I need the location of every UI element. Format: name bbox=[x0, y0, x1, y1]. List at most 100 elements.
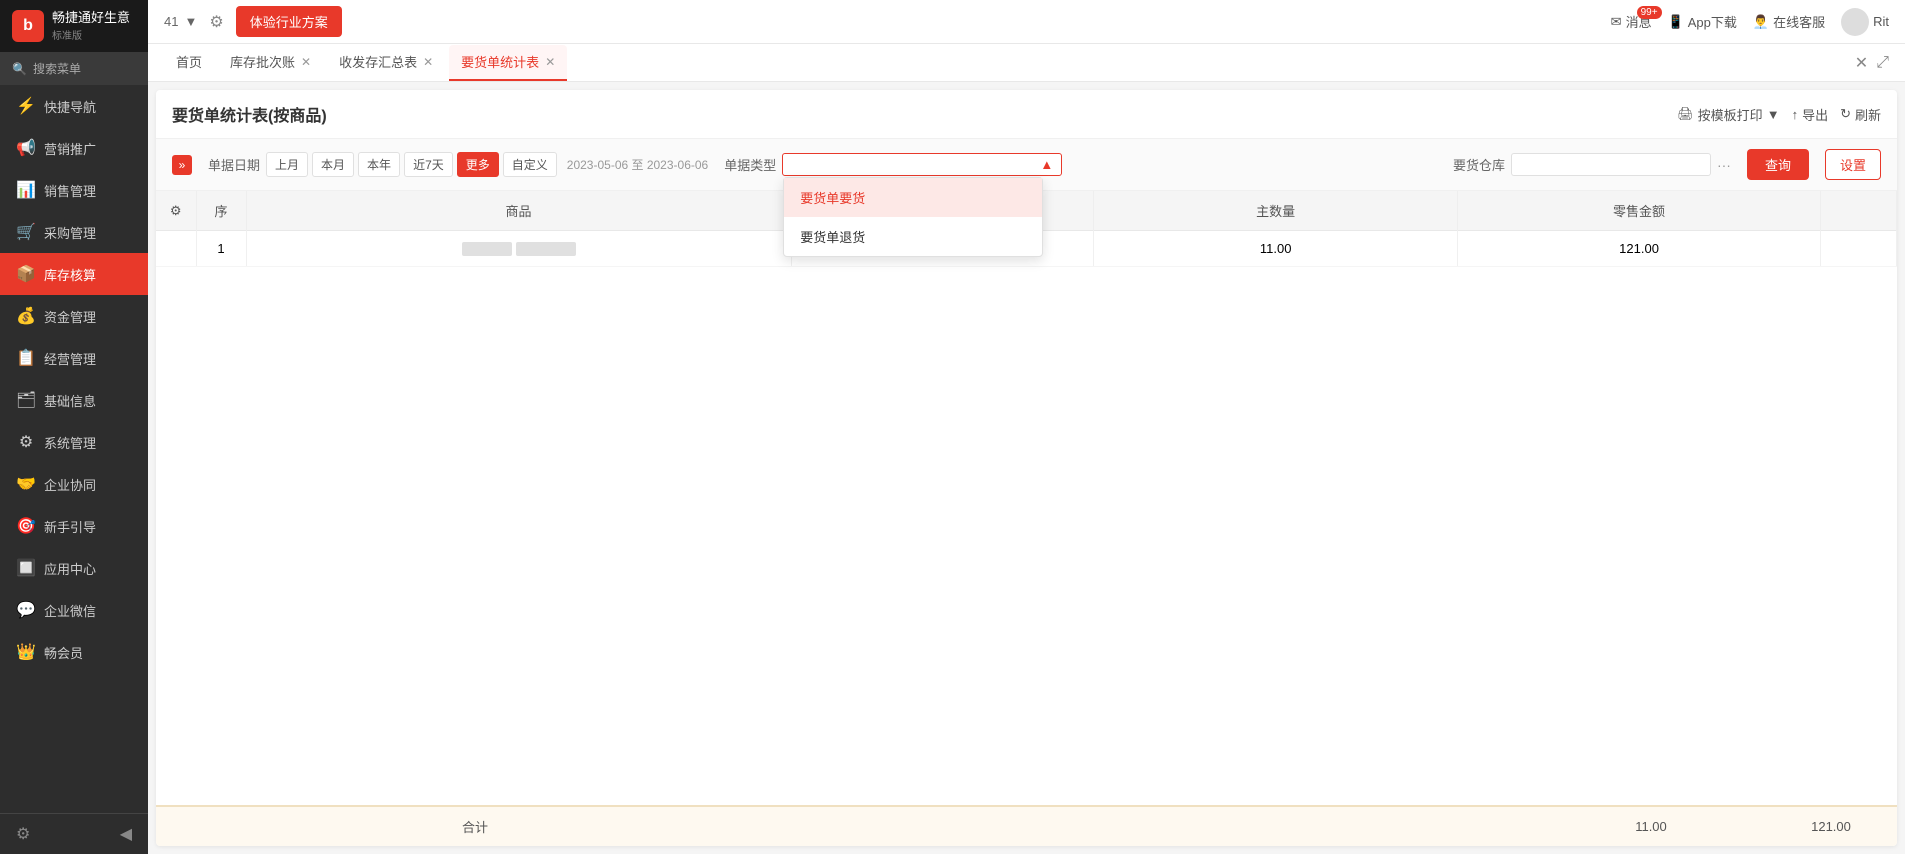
print-chevron-icon: ▼ bbox=[1767, 107, 1780, 122]
purchase-icon: 🛒 bbox=[16, 222, 36, 242]
page-header: 要货单统计表(按商品) 🖨 按模板打印 ▼ ↑ 导出 ↻ 刷新 bbox=[156, 90, 1897, 139]
col-num-header: 序 bbox=[196, 191, 246, 231]
filter-expand-btn[interactable]: » bbox=[172, 155, 192, 175]
online-service-btn[interactable]: 👨‍💼 在线客服 bbox=[1753, 12, 1825, 31]
search-menu-label: 搜索菜单 bbox=[33, 60, 81, 77]
this-year-btn[interactable]: 本年 bbox=[358, 152, 400, 177]
warehouse-filter-group: 要货仓库 ··· bbox=[1453, 153, 1731, 176]
close-all-tabs-btn[interactable]: ✕ bbox=[1855, 53, 1868, 73]
sidebar-item-label: 资金管理 bbox=[44, 307, 96, 326]
quick-nav-icon: ⚡ bbox=[16, 96, 36, 116]
header-settings-icon[interactable]: ⚙ bbox=[209, 12, 223, 32]
sidebar-item-system[interactable]: ⚙ 系统管理 bbox=[0, 421, 148, 463]
sidebar-item-label: 畅会员 bbox=[44, 643, 83, 662]
sidebar-item-quick-nav[interactable]: ⚡ 快捷导航 bbox=[0, 85, 148, 127]
sidebar-item-enterprise[interactable]: 🤝 企业协同 bbox=[0, 463, 148, 505]
store-name: 41 bbox=[164, 14, 178, 29]
sidebar-bottom: ⚙ ◀ bbox=[0, 813, 148, 854]
user-menu[interactable]: Rit bbox=[1841, 8, 1889, 36]
doc-type-dropdown: 要货单要货 要货单退货 bbox=[783, 177, 1043, 257]
store-selector[interactable]: 41 ▼ bbox=[164, 14, 197, 29]
search-menu[interactable]: 🔍 搜索菜单 bbox=[0, 52, 148, 85]
sidebar-item-operation[interactable]: 📋 经营管理 bbox=[0, 337, 148, 379]
maximize-tabs-btn[interactable]: ⤢ bbox=[1876, 53, 1889, 73]
sidebar-collapse-btn[interactable]: ◀ bbox=[120, 824, 132, 844]
goods-name-placeholder bbox=[516, 242, 576, 256]
user-avatar bbox=[1841, 8, 1869, 36]
date-filter-group: 单据日期 上月 本月 本年 近7天 更多 自定义 2023-05-06 至 20… bbox=[208, 152, 708, 177]
summary-values: 11.00 121.00 bbox=[1601, 819, 1881, 834]
summary-label: 合计 bbox=[462, 817, 488, 836]
sidebar-item-label: 应用中心 bbox=[44, 559, 96, 578]
custom-date-btn[interactable]: 自定义 bbox=[503, 152, 557, 177]
doc-type-label: 单据类型 bbox=[724, 155, 776, 174]
tab-close-icon[interactable]: ✕ bbox=[301, 55, 311, 69]
refresh-icon: ↻ bbox=[1840, 106, 1851, 122]
nav-menu: ⚡ 快捷导航 📢 营销推广 📊 销售管理 🛒 采购管理 📦 库存核算 💰 资金管… bbox=[0, 85, 148, 813]
page-actions: 🖨 按模板打印 ▼ ↑ 导出 ↻ 刷新 bbox=[1677, 105, 1881, 124]
wechat-icon: 💬 bbox=[16, 600, 36, 620]
tab-order-stats[interactable]: 要货单统计表 ✕ bbox=[449, 45, 567, 81]
summary-qty: 11.00 bbox=[1601, 819, 1701, 834]
cell-qty: 11.00 bbox=[1094, 231, 1457, 267]
sidebar-item-label: 采购管理 bbox=[44, 223, 96, 242]
phone-icon: 📱 bbox=[1668, 14, 1684, 30]
sidebar-item-appstore[interactable]: 🔲 应用中心 bbox=[0, 547, 148, 589]
page-content: 要货单统计表(按商品) 🖨 按模板打印 ▼ ↑ 导出 ↻ 刷新 bbox=[156, 90, 1897, 846]
sidebar-item-sales[interactable]: 📊 销售管理 bbox=[0, 169, 148, 211]
sidebar-item-basic[interactable]: 🗂 基础信息 bbox=[0, 379, 148, 421]
sidebar-item-label: 企业微信 bbox=[44, 601, 96, 620]
sidebar-item-wechat[interactable]: 💬 企业微信 bbox=[0, 589, 148, 631]
dropdown-item-require-goods[interactable]: 要货单要货 bbox=[784, 178, 1042, 217]
sidebar-item-purchase[interactable]: 🛒 采购管理 bbox=[0, 211, 148, 253]
app-download-label: App下载 bbox=[1688, 12, 1737, 31]
sidebar: b 畅捷通好生意 标准版 🔍 搜索菜单 ⚡ 快捷导航 📢 营销推广 📊 销售管理… bbox=[0, 0, 148, 854]
date-label: 单据日期 bbox=[208, 155, 260, 174]
col-extra-header bbox=[1821, 191, 1897, 231]
sidebar-item-marketing[interactable]: 📢 营销推广 bbox=[0, 127, 148, 169]
last-month-btn[interactable]: 上月 bbox=[266, 152, 308, 177]
main-content: 41 ▼ ⚙ 体验行业方案 ✉ 消息 99+ 📱 App下载 👨‍💼 在线客服 bbox=[148, 0, 1905, 854]
search-icon: 🔍 bbox=[12, 62, 27, 76]
trial-btn[interactable]: 体验行业方案 bbox=[236, 6, 342, 37]
warehouse-input[interactable] bbox=[1511, 153, 1711, 176]
dropdown-item-require-return[interactable]: 要货单退货 bbox=[784, 217, 1042, 256]
filter-bar: » 单据日期 上月 本月 本年 近7天 更多 自定义 2023-05-06 至 … bbox=[156, 139, 1897, 191]
table-settings-btn[interactable]: 设置 bbox=[1825, 149, 1881, 180]
sidebar-item-label: 营销推广 bbox=[44, 139, 96, 158]
expand-icon: » bbox=[179, 158, 186, 172]
header-right: ✉ 消息 99+ 📱 App下载 👨‍💼 在线客服 Rit bbox=[1611, 8, 1889, 36]
tab-close-icon[interactable]: ✕ bbox=[545, 55, 555, 69]
sidebar-item-guide[interactable]: 🎯 新手引导 bbox=[0, 505, 148, 547]
export-btn[interactable]: ↑ 导出 bbox=[1792, 105, 1829, 124]
doc-type-input[interactable] bbox=[791, 157, 1040, 172]
app-logo: b 畅捷通好生意 标准版 bbox=[0, 0, 148, 52]
tabs-bar: 首页 库存批次账 ✕ 收发存汇总表 ✕ 要货单统计表 ✕ ✕ ⤢ bbox=[148, 44, 1905, 82]
refresh-btn[interactable]: ↻ 刷新 bbox=[1840, 105, 1881, 124]
tab-home[interactable]: 首页 bbox=[164, 45, 214, 81]
app-download-btn[interactable]: 📱 App下载 bbox=[1668, 12, 1737, 31]
tab-close-icon[interactable]: ✕ bbox=[423, 55, 433, 69]
doc-type-arrow-icon[interactable]: ▲ bbox=[1040, 157, 1053, 172]
more-date-btn[interactable]: 更多 bbox=[457, 152, 499, 177]
print-btn-label: 按模板打印 bbox=[1698, 105, 1763, 124]
col-goods-header: 商品 bbox=[246, 191, 791, 231]
sidebar-item-member[interactable]: 👑 畅会员 bbox=[0, 631, 148, 673]
this-month-btn[interactable]: 本月 bbox=[312, 152, 354, 177]
warehouse-label: 要货仓库 bbox=[1453, 155, 1505, 174]
sidebar-item-label: 基础信息 bbox=[44, 391, 96, 410]
col-settings-header[interactable]: ⚙ bbox=[156, 191, 196, 231]
tab-receive-summary[interactable]: 收发存汇总表 ✕ bbox=[327, 45, 445, 81]
tab-batch-account[interactable]: 库存批次账 ✕ bbox=[218, 45, 323, 81]
sidebar-item-inventory[interactable]: 📦 库存核算 bbox=[0, 253, 148, 295]
messages-btn[interactable]: ✉ 消息 99+ bbox=[1611, 12, 1652, 31]
cell-amount: 121.00 bbox=[1457, 231, 1820, 267]
print-btn[interactable]: 🖨 按模板打印 ▼ bbox=[1677, 105, 1779, 124]
sidebar-settings-btn[interactable]: ⚙ bbox=[16, 824, 30, 844]
last-7-days-btn[interactable]: 近7天 bbox=[404, 152, 453, 177]
sidebar-item-label: 快捷导航 bbox=[44, 97, 96, 116]
user-name: Rit bbox=[1873, 14, 1889, 29]
query-btn[interactable]: 查询 bbox=[1747, 149, 1809, 180]
more-options-icon[interactable]: ··· bbox=[1717, 157, 1731, 173]
sidebar-item-finance[interactable]: 💰 资金管理 bbox=[0, 295, 148, 337]
